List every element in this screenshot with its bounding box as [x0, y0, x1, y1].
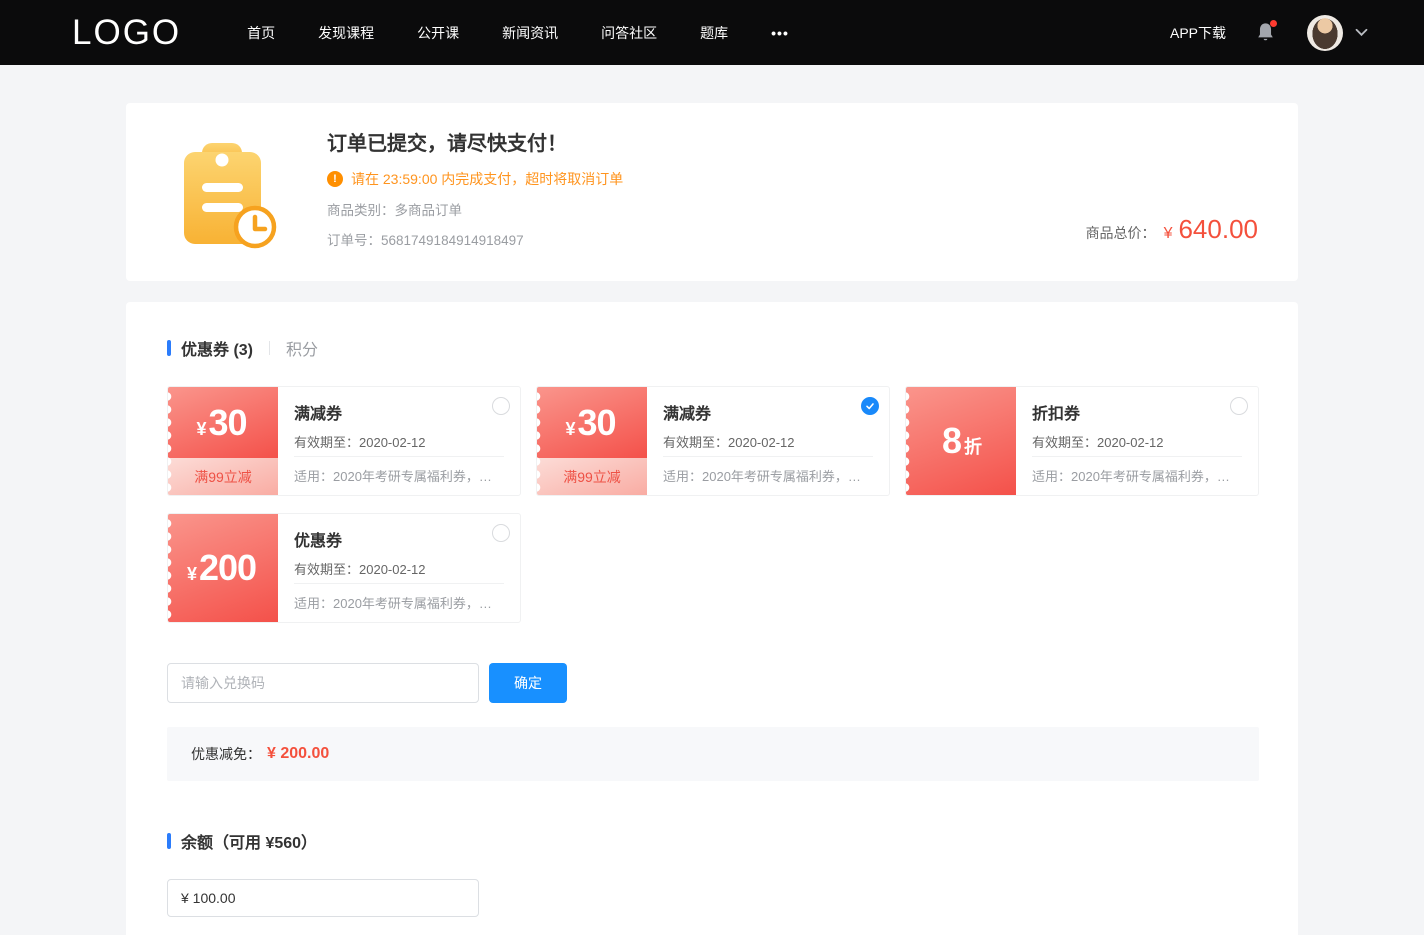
- order-number-row: 订单号：5681749184914918497: [327, 229, 623, 249]
- tab-divider: [269, 341, 270, 355]
- coupon-apply-scope: 适用：2020年考研专属福利券，以用...: [294, 456, 504, 495]
- coupon-value-panel: 8折: [906, 387, 1016, 495]
- coupon-expiry: 有效期至：2020-02-12: [663, 432, 873, 451]
- order-category-label: 商品类别：: [327, 203, 395, 218]
- redeem-confirm-button[interactable]: 确定: [489, 663, 567, 703]
- nav-item-question-bank[interactable]: 题库: [700, 23, 728, 43]
- order-number-value: 5681749184914918497: [381, 233, 524, 248]
- tab-points[interactable]: 积分: [286, 336, 318, 360]
- payment-options-card: 优惠券 (3) 积分 ¥30 满99立减 满减券 有效期至：2020-02-12…: [126, 302, 1298, 935]
- order-deadline-text: 请在 23:59:00 内完成支付，超时将取消订单: [351, 169, 623, 189]
- section-accent-bar: [167, 833, 171, 849]
- balance-section-header: 余额（可用 ¥560）: [167, 829, 1259, 853]
- coupon-card[interactable]: ¥30 满99立减 满减券 有效期至：2020-02-12 适用：2020年考研…: [536, 386, 890, 496]
- order-total: 商品总价： ¥ 640.00: [1086, 214, 1258, 245]
- coupon-amount: 8折: [940, 420, 982, 462]
- coupon-expiry: 有效期至：2020-02-12: [294, 559, 504, 578]
- order-deadline-warning: ! 请在 23:59:00 内完成支付，超时将取消订单: [327, 169, 623, 189]
- coupon-card[interactable]: 8折 折扣券 有效期至：2020-02-12 适用：2020年考研专属福利券，以…: [905, 386, 1259, 496]
- coupon-value: 200: [199, 547, 256, 589]
- coupon-select-radio[interactable]: [492, 397, 510, 415]
- coupon-title: 优惠券: [294, 527, 504, 551]
- order-category-row: 商品类别：多商品订单: [327, 199, 623, 219]
- top-nav: LOGO 首页 发现课程 公开课 新闻资讯 问答社区 题库 ••• APP下载: [0, 0, 1424, 65]
- coupon-value: 30: [577, 402, 615, 444]
- coupon-expiry: 有效期至：2020-02-12: [294, 432, 504, 451]
- coupon-card[interactable]: ¥200 优惠券 有效期至：2020-02-12 适用：2020年考研专属福利券…: [167, 513, 521, 623]
- order-total-currency: ¥: [1164, 225, 1173, 243]
- discount-value: ¥ 200.00: [267, 745, 329, 763]
- section-accent-bar: [167, 340, 171, 356]
- coupon-condition-badge: 满99立减: [537, 458, 647, 495]
- order-number-label: 订单号：: [327, 233, 381, 248]
- coupon-apply-scope: 适用：2020年考研专属福利券，以用...: [1032, 456, 1242, 495]
- coupon-select-radio[interactable]: [861, 397, 879, 415]
- notification-bell-icon[interactable]: [1256, 22, 1275, 43]
- coupon-title: 折扣券: [1032, 400, 1242, 424]
- order-banner: 订单已提交，请尽快支付！ ! 请在 23:59:00 内完成支付，超时将取消订单…: [126, 103, 1298, 281]
- app-download-link[interactable]: APP下载: [1170, 23, 1226, 43]
- coupon-grid: ¥30 满99立减 满减券 有效期至：2020-02-12 适用：2020年考研…: [167, 386, 1259, 623]
- coupon-value: 30: [208, 402, 246, 444]
- order-clipboard-clock-icon: [171, 139, 283, 251]
- coupon-currency: ¥: [565, 419, 575, 440]
- coupon-apply-scope: 适用：2020年考研专属福利券，以用...: [294, 583, 504, 622]
- discount-label: 优惠减免：: [191, 744, 261, 764]
- coupon-currency: ¥: [196, 419, 206, 440]
- tab-coupons[interactable]: 优惠券 (3): [181, 336, 253, 360]
- coupon-condition-badge: 满99立减: [168, 458, 278, 495]
- page-content: 订单已提交，请尽快支付！ ! 请在 23:59:00 内完成支付，超时将取消订单…: [126, 103, 1298, 935]
- coupon-title: 满减券: [294, 400, 504, 424]
- nav-links: 首页 发现课程 公开课 新闻资讯 问答社区 题库 •••: [247, 23, 832, 43]
- coupon-details: 折扣券 有效期至：2020-02-12 适用：2020年考研专属福利券，以用..…: [1016, 387, 1258, 495]
- coupon-section-header: 优惠券 (3) 积分: [167, 336, 1259, 360]
- nav-right: APP下载: [1170, 15, 1368, 51]
- nav-item-news[interactable]: 新闻资讯: [502, 23, 558, 43]
- coupon-select-radio[interactable]: [1230, 397, 1248, 415]
- redeem-code-row: 确定: [167, 663, 1259, 703]
- order-info: 订单已提交，请尽快支付！ ! 请在 23:59:00 内完成支付，超时将取消订单…: [327, 127, 623, 249]
- coupon-value-panel: ¥30 满99立减: [537, 387, 647, 495]
- coupon-title: 满减券: [663, 400, 873, 424]
- order-total-value: 640.00: [1178, 214, 1258, 245]
- chevron-down-icon[interactable]: [1355, 28, 1368, 37]
- coupon-amount: ¥30: [196, 402, 249, 444]
- order-title: 订单已提交，请尽快支付！: [327, 127, 623, 156]
- logo[interactable]: LOGO: [72, 13, 181, 53]
- notification-badge: [1270, 20, 1277, 27]
- balance-amount-input[interactable]: [167, 879, 479, 917]
- nav-item-home[interactable]: 首页: [247, 23, 275, 43]
- coupon-select-radio[interactable]: [492, 524, 510, 542]
- discount-summary-bar: 优惠减免： ¥ 200.00: [167, 727, 1259, 781]
- nav-item-open-courses[interactable]: 公开课: [417, 23, 459, 43]
- coupon-details: 满减券 有效期至：2020-02-12 适用：2020年考研专属福利券，以用..…: [647, 387, 889, 495]
- avatar[interactable]: [1307, 15, 1343, 51]
- balance-title: 余额（可用 ¥560）: [181, 829, 317, 853]
- coupon-currency: ¥: [187, 564, 197, 585]
- coupon-details: 满减券 有效期至：2020-02-12 适用：2020年考研专属福利券，以用..…: [278, 387, 520, 495]
- nav-item-qa-community[interactable]: 问答社区: [601, 23, 657, 43]
- coupon-unit: 折: [964, 433, 982, 459]
- nav-item-more[interactable]: •••: [771, 25, 789, 41]
- nav-item-discover-courses[interactable]: 发现课程: [318, 23, 374, 43]
- coupon-expiry: 有效期至：2020-02-12: [1032, 432, 1242, 451]
- coupon-value-panel: ¥200: [168, 514, 278, 622]
- coupon-details: 优惠券 有效期至：2020-02-12 适用：2020年考研专属福利券，以用..…: [278, 514, 520, 622]
- redeem-code-input[interactable]: [167, 663, 479, 703]
- coupon-value-panel: ¥30 满99立减: [168, 387, 278, 495]
- order-category-value: 多商品订单: [395, 203, 463, 218]
- order-total-label: 商品总价：: [1086, 223, 1156, 243]
- coupon-card[interactable]: ¥30 满99立减 满减券 有效期至：2020-02-12 适用：2020年考研…: [167, 386, 521, 496]
- warning-icon: !: [327, 171, 343, 187]
- coupon-value: 8: [942, 420, 961, 462]
- coupon-amount: ¥30: [565, 402, 618, 444]
- coupon-apply-scope: 适用：2020年考研专属福利券，以用...: [663, 456, 873, 495]
- coupon-amount: ¥200: [187, 547, 259, 589]
